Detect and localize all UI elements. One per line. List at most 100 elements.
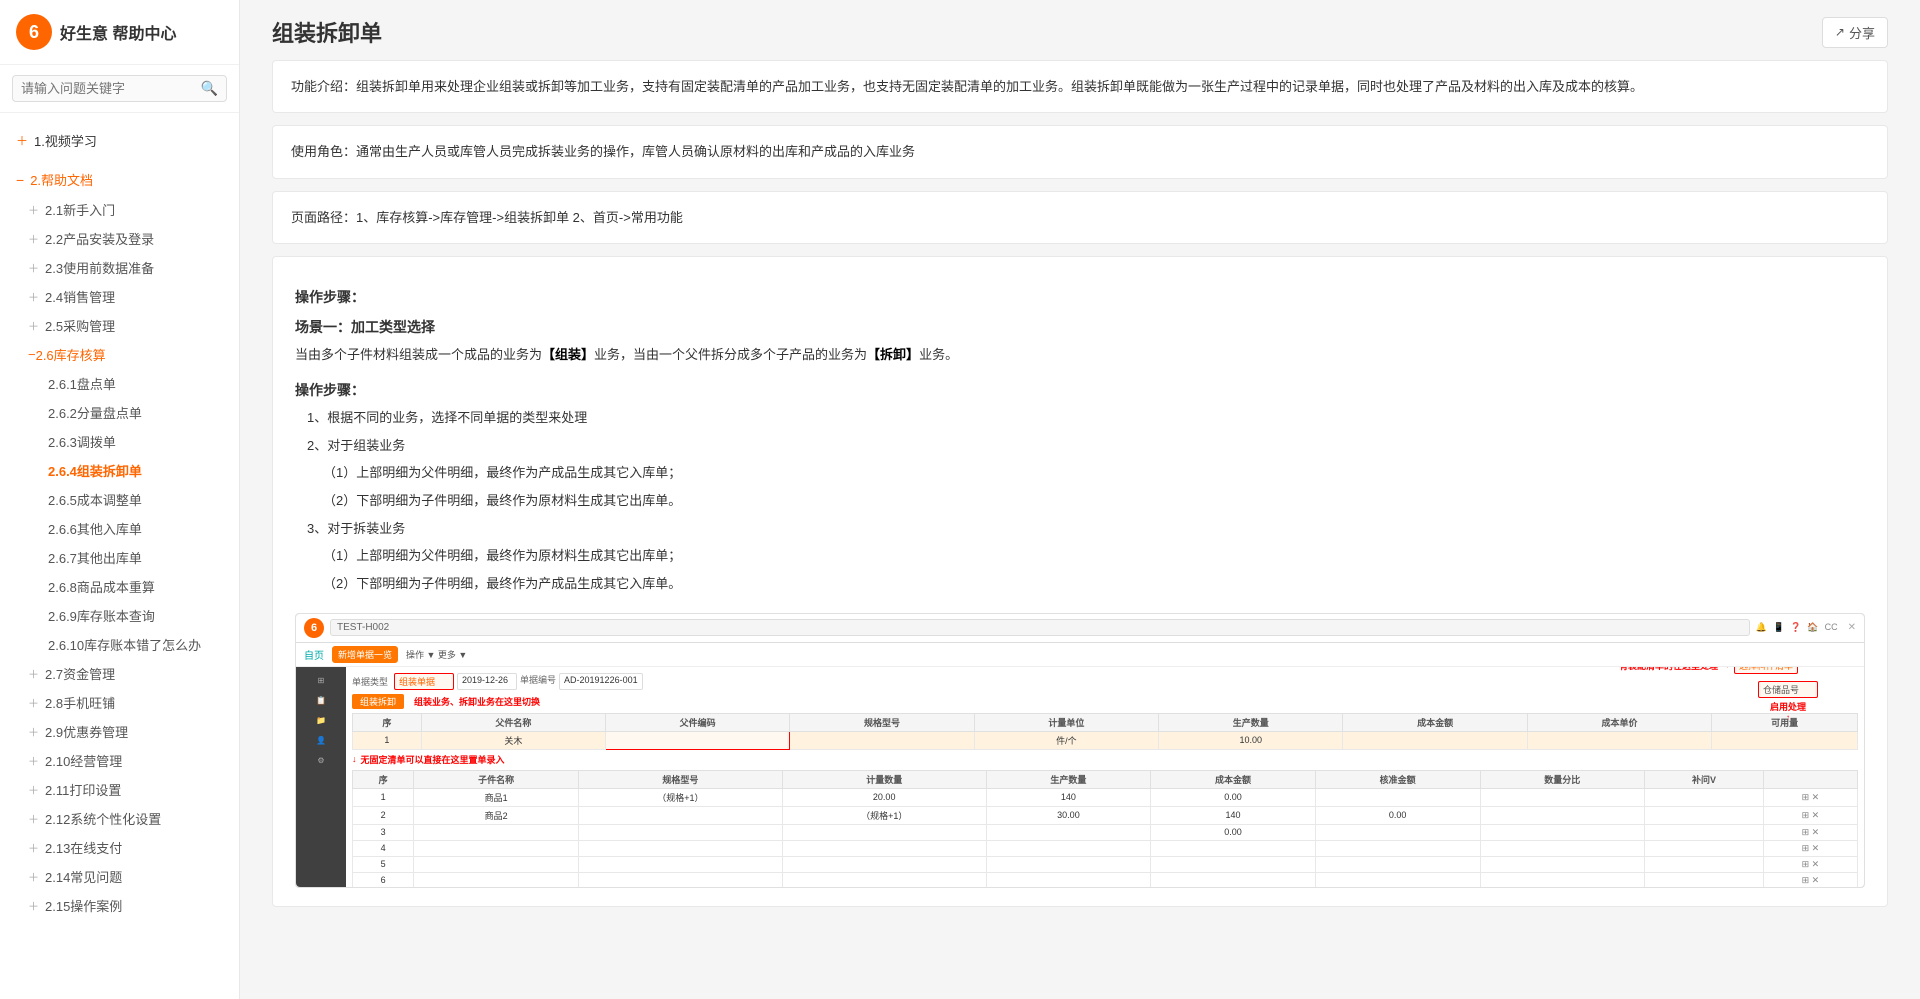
- sim-table2-row-4: 4 ⊞ ✕: [353, 840, 1858, 856]
- sim-screenshot: 6 TEST-H002 🔔 📱 ❓ 🏠 CC ✕ 自页: [296, 614, 1864, 887]
- sidebar-item-262[interactable]: 2.6.2分量盘点单: [40, 398, 239, 427]
- plus-icon: ＋: [28, 289, 39, 305]
- sim-annotation2: 组装业务、拆卸业务在这里切换: [414, 695, 540, 708]
- sim-td-uprice: [1527, 731, 1711, 749]
- sim-table2-row-2: 2 商品2 （规格+1） 30.00 140 0.00: [353, 806, 1858, 824]
- sim-table2: 序 子件名称 规格型号 计量数量 生产数量 成本金额 核准金额 数量分比 补问V: [352, 770, 1858, 887]
- plus-icon: ＋: [28, 898, 39, 914]
- sim-icon-3: ❓: [1790, 622, 1801, 633]
- sim-nav-bar: 自页 新增单据一览 操作 ▼ 更多 ▼: [296, 643, 1864, 667]
- sidebar-item-268[interactable]: 2.6.8商品成本重算: [40, 572, 239, 601]
- nav-sub-items-2: ＋ 2.1新手入门 ＋ 2.2产品安装及登录 ＋ 2.3使用前数据准备 ＋ 2.…: [0, 195, 239, 920]
- sim-th-qty: 生产数量: [1159, 713, 1343, 731]
- sim-td-qty: 10.00: [1159, 731, 1343, 749]
- search-box: 🔍: [12, 75, 227, 102]
- sim-sb-icon2: 📋: [305, 692, 337, 710]
- sidebar-item-install[interactable]: ＋ 2.2产品安装及登录: [12, 224, 239, 253]
- sim-arrow3: ↑: [1786, 713, 1790, 722]
- sidebar-item-265[interactable]: 2.6.5成本调整单: [40, 485, 239, 514]
- sidebar-item-online-pay[interactable]: ＋ 2.13在线支付: [12, 833, 239, 862]
- sim-th2-ratio: 数量分比: [1480, 770, 1645, 788]
- sidebar-item-video-learning[interactable]: ＋ 1.视频学习: [0, 125, 239, 156]
- plus-icon: ＋: [28, 753, 39, 769]
- logo-area: 6 好生意 帮助中心: [0, 0, 239, 65]
- nav-section-1: ＋ 1.视频学习: [0, 121, 239, 160]
- main-content: 组装拆卸单 ↗ 分享 功能介绍：组装拆卸单用来处理企业组装或拆卸等加工业务，支持…: [240, 0, 1920, 999]
- sidebar-item-print[interactable]: ＋ 2.11打印设置: [12, 775, 239, 804]
- sim-user: CC: [1825, 622, 1838, 633]
- sidebar-item-operations[interactable]: ＋ 2.10经营管理: [12, 746, 239, 775]
- sidebar-item-coupon[interactable]: ＋ 2.9优惠券管理: [12, 717, 239, 746]
- sidebar-item-faq[interactable]: ＋ 2.14常见问题: [12, 862, 239, 891]
- sim-th-seq: 序: [353, 713, 422, 731]
- sidebar-item-inventory[interactable]: − 2.6库存核算: [12, 340, 239, 369]
- sim-th2-v: 补问V: [1645, 770, 1764, 788]
- sim-th-unit-cost: 成本单价: [1527, 713, 1711, 731]
- sim-th2-qty: 计量数量: [782, 770, 986, 788]
- search-area: 🔍: [0, 65, 239, 113]
- sim-td-code: [606, 731, 790, 749]
- sim-new-btn: 新增单据一览: [332, 646, 398, 663]
- sim-th2-cost: 成本金额: [1151, 770, 1316, 788]
- sim-th-parent-code: 父件编码: [606, 713, 790, 731]
- step-3-1: （1）上部明细为父件明细，最终作为原材料生成其它出库单；: [295, 544, 1865, 569]
- sim-table2-row-6: 6 ⊞ ✕: [353, 872, 1858, 887]
- plus-icon: ＋: [28, 724, 39, 740]
- sidebar-item-help-docs[interactable]: − 2.帮助文档: [0, 164, 239, 195]
- sim-th2-std: 核准金额: [1315, 770, 1480, 788]
- plus-icon: ＋: [28, 202, 39, 218]
- sidebar-item-264[interactable]: 2.6.4组装拆卸单: [40, 456, 239, 485]
- operations-title: 操作步骤：: [295, 287, 1865, 307]
- sidebar-item-finance[interactable]: ＋ 2.7资金管理: [12, 659, 239, 688]
- step-2: 2、对于组装业务: [295, 434, 1865, 459]
- sidebar-item-purchase[interactable]: ＋ 2.5采购管理: [12, 311, 239, 340]
- sim-th-cost: 成本金额: [1343, 713, 1527, 731]
- sim-th2-prod: 生产数量: [986, 770, 1151, 788]
- sim-label-no: 单据编号: [520, 673, 556, 690]
- share-button[interactable]: ↗ 分享: [1822, 17, 1888, 48]
- search-icon[interactable]: 🔍: [201, 80, 218, 97]
- step-2-1: （1）上部明细为父件明细，最终作为产成品生成其它入库单；: [295, 461, 1865, 486]
- sim-table2-row-5: 5 ⊞ ✕: [353, 856, 1858, 872]
- sidebar-item-sales[interactable]: ＋ 2.4销售管理: [12, 282, 239, 311]
- sim-type-input: 组装单据: [394, 673, 454, 690]
- sim-browser-bar: 6 TEST-H002 🔔 📱 ❓ 🏠 CC ✕: [296, 614, 1864, 643]
- sidebar-item-261[interactable]: 2.6.1盘点单: [40, 369, 239, 398]
- main-header: 组装拆卸单 ↗ 分享: [240, 0, 1920, 60]
- sim-td-seq: 1: [353, 731, 422, 749]
- sim-td-name: 关木: [421, 731, 605, 749]
- intro-block-2: 使用角色：通常由生产人员或库管人员完成拆装业务的操作，库管人员确认原材料的出库和…: [272, 125, 1888, 178]
- sidebar-item-263[interactable]: 2.6.3调拨单: [40, 427, 239, 456]
- step-3: 3、对于拆装业务: [295, 517, 1865, 542]
- plus-icon: ＋: [28, 811, 39, 827]
- sim-table1: 序 父件名称 父件编码 规格型号 计量单位 生产数量 成本金额 成本单价 可用量: [352, 713, 1858, 750]
- sim-nav-actions: 操作 ▼ 更多 ▼: [406, 648, 467, 661]
- sidebar-item-2610[interactable]: 2.6.10库存账本错了怎么办: [40, 630, 239, 659]
- sidebar-item-customization[interactable]: ＋ 2.12系统个性化设置: [12, 804, 239, 833]
- sim-annotation4: 无固定清单可以直接在这里置单录入: [361, 753, 505, 766]
- sidebar-item-mobile[interactable]: ＋ 2.8手机旺铺: [12, 688, 239, 717]
- sidebar-item-newbie[interactable]: ＋ 2.1新手入门: [12, 195, 239, 224]
- step-3-2: （2）下部明细为子件明细，最终作为产成品生成其它入库单。: [295, 572, 1865, 597]
- search-input[interactable]: [21, 81, 201, 96]
- intro-block-1: 功能介绍：组装拆卸单用来处理企业组装或拆卸等加工业务，支持有固定装配清单的产品加…: [272, 60, 1888, 113]
- plus-icon: ＋: [16, 132, 28, 149]
- step-1: 1、根据不同的业务，选择不同单据的类型来处理: [295, 406, 1865, 431]
- sim-sb-icon4: 👤: [305, 732, 337, 750]
- plus-icon: ＋: [28, 782, 39, 798]
- plus-icon: ＋: [28, 840, 39, 856]
- main-article: 操作步骤： 场景一：加工类型选择 当由多个子件材料组装成一个成品的业务为【组装】…: [272, 256, 1888, 907]
- sim-nav-home: 自页: [304, 647, 324, 662]
- sim-annotation1-btn: 选择料件清单: [1734, 667, 1798, 674]
- plus-icon: ＋: [28, 231, 39, 247]
- minus-icon: −: [16, 172, 24, 188]
- sidebar-item-cases[interactable]: ＋ 2.15操作案例: [12, 891, 239, 920]
- nav-section-2: − 2.帮助文档 ＋ 2.1新手入门 ＋ 2.2产品安装及登录 ＋ 2.3使用前…: [0, 160, 239, 924]
- sidebar-item-267[interactable]: 2.6.7其他出库单: [40, 543, 239, 572]
- sidebar-item-266[interactable]: 2.6.6其他入库单: [40, 514, 239, 543]
- sidebar-item-269[interactable]: 2.6.9库存账本查询: [40, 601, 239, 630]
- nav-tree: ＋ 1.视频学习 − 2.帮助文档 ＋ 2.1新手入门 ＋ 2.2产品安装及登录: [0, 113, 239, 999]
- sidebar: 6 好生意 帮助中心 🔍 ＋ 1.视频学习 − 2.帮助文档 ＋ 2: [0, 0, 240, 999]
- sim-table-row-1: 1 关木 件/个 10.00: [353, 731, 1858, 749]
- sidebar-item-data-prep[interactable]: ＋ 2.3使用前数据准备: [12, 253, 239, 282]
